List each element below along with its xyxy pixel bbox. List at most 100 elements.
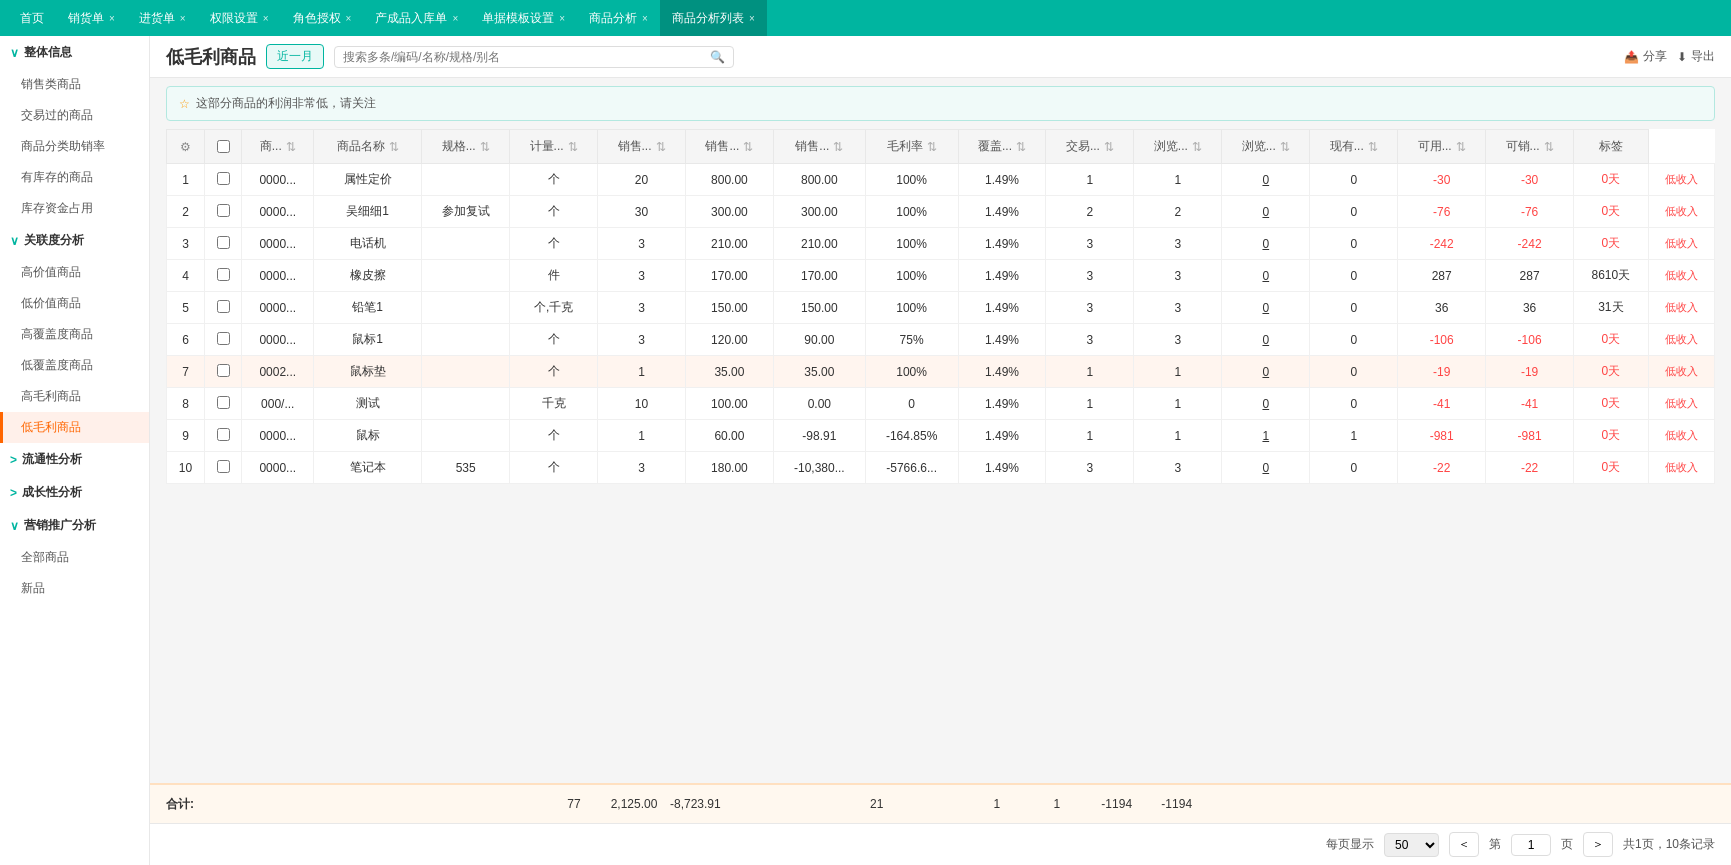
sidebar-section-关联度分析[interactable]: ∨关联度分析	[0, 224, 149, 257]
close-icon[interactable]: ×	[642, 13, 648, 24]
sidebar-section-成长性分析[interactable]: >成长性分析	[0, 476, 149, 509]
close-icon[interactable]: ×	[559, 13, 565, 24]
row-checkbox[interactable]	[204, 164, 241, 196]
page-size-select[interactable]: 50100200	[1384, 833, 1439, 857]
col-header-7[interactable]: 销售...⇅	[685, 130, 773, 164]
nav-item-权限设置[interactable]: 权限设置×	[198, 0, 281, 36]
page-input[interactable]	[1511, 834, 1551, 856]
browse-link[interactable]: 0	[1262, 397, 1269, 411]
row-select-checkbox[interactable]	[217, 460, 230, 473]
browse1[interactable]: 0	[1222, 196, 1310, 228]
close-icon[interactable]: ×	[452, 13, 458, 24]
row-checkbox[interactable]	[204, 356, 241, 388]
sidebar-section-流通性分析[interactable]: >流通性分析	[0, 443, 149, 476]
browse-link[interactable]: 0	[1262, 173, 1269, 187]
nav-item-商品分析列表[interactable]: 商品分析列表×	[660, 0, 767, 36]
prev-page-button[interactable]: ＜	[1449, 832, 1479, 857]
browse1[interactable]: 0	[1222, 164, 1310, 196]
sidebar-item-高毛利商品[interactable]: 高毛利商品	[0, 381, 149, 412]
col-header-2[interactable]: 商...⇅	[242, 130, 314, 164]
search-input[interactable]	[343, 50, 705, 64]
row-select-checkbox[interactable]	[217, 428, 230, 441]
row-select-checkbox[interactable]	[217, 396, 230, 409]
close-icon[interactable]: ×	[263, 13, 269, 24]
browse-link[interactable]: 0	[1262, 461, 1269, 475]
close-icon[interactable]: ×	[346, 13, 352, 24]
sidebar-item-低毛利商品[interactable]: 低毛利商品	[0, 412, 149, 443]
browse-link[interactable]: 1	[1262, 429, 1269, 443]
browse-link[interactable]: 0	[1262, 205, 1269, 219]
sidebar-section-整体信息[interactable]: ∨整体信息	[0, 36, 149, 69]
browse1[interactable]: 0	[1222, 356, 1310, 388]
row-checkbox[interactable]	[204, 260, 241, 292]
close-icon[interactable]: ×	[180, 13, 186, 24]
col-header-4[interactable]: 规格...⇅	[422, 130, 510, 164]
sidebar-item-交易过的商品[interactable]: 交易过的商品	[0, 100, 149, 131]
browse1[interactable]: 1	[1222, 420, 1310, 452]
select-all-checkbox[interactable]	[217, 140, 230, 153]
sidebar-item-低覆盖度商品[interactable]: 低覆盖度商品	[0, 350, 149, 381]
col-header-10[interactable]: 覆盖...⇅	[958, 130, 1046, 164]
browse1[interactable]: 0	[1222, 260, 1310, 292]
row-select-checkbox[interactable]	[217, 332, 230, 345]
sidebar-item-新品[interactable]: 新品	[0, 573, 149, 604]
filter-button[interactable]: 近一月	[266, 44, 324, 69]
sidebar-item-库存资金占用[interactable]: 库存资金占用	[0, 193, 149, 224]
row-checkbox[interactable]	[204, 388, 241, 420]
browse-link[interactable]: 0	[1262, 269, 1269, 283]
col-header-14[interactable]: 现有...⇅	[1310, 130, 1398, 164]
settings-icon[interactable]: ⚙	[180, 140, 191, 154]
browse1[interactable]: 0	[1222, 292, 1310, 324]
nav-item-首页[interactable]: 首页	[8, 0, 56, 36]
row-checkbox[interactable]	[204, 228, 241, 260]
nav-item-产成品入库单[interactable]: 产成品入库单×	[363, 0, 470, 36]
row-select-checkbox[interactable]	[217, 172, 230, 185]
sidebar-item-全部商品[interactable]: 全部商品	[0, 542, 149, 573]
row-checkbox[interactable]	[204, 324, 241, 356]
col-header-5[interactable]: 计量...⇅	[510, 130, 598, 164]
row-select-checkbox[interactable]	[217, 364, 230, 377]
search-box[interactable]: 🔍	[334, 46, 734, 68]
share-button[interactable]: 📤 分享	[1624, 48, 1667, 65]
browse-link[interactable]: 0	[1262, 237, 1269, 251]
sidebar-item-低价值商品[interactable]: 低价值商品	[0, 288, 149, 319]
col-header-9[interactable]: 毛利率⇅	[865, 130, 958, 164]
nav-item-角色授权[interactable]: 角色授权×	[281, 0, 364, 36]
col-header-16[interactable]: 可销...⇅	[1486, 130, 1574, 164]
nav-item-商品分析[interactable]: 商品分析×	[577, 0, 660, 36]
col-header-13[interactable]: 浏览...⇅	[1222, 130, 1310, 164]
row-checkbox[interactable]	[204, 292, 241, 324]
sidebar-item-高覆盖度商品[interactable]: 高覆盖度商品	[0, 319, 149, 350]
browse-link[interactable]: 0	[1262, 333, 1269, 347]
browse1[interactable]: 0	[1222, 324, 1310, 356]
row-checkbox[interactable]	[204, 452, 241, 484]
nav-item-销货单[interactable]: 销货单×	[56, 0, 127, 36]
close-icon[interactable]: ×	[749, 13, 755, 24]
row-select-checkbox[interactable]	[217, 300, 230, 313]
sidebar-item-高价值商品[interactable]: 高价值商品	[0, 257, 149, 288]
col-header-12[interactable]: 浏览...⇅	[1134, 130, 1222, 164]
sidebar-item-销售类商品[interactable]: 销售类商品	[0, 69, 149, 100]
browse1[interactable]: 0	[1222, 388, 1310, 420]
browse1[interactable]: 0	[1222, 228, 1310, 260]
export-button[interactable]: ⬇ 导出	[1677, 48, 1715, 65]
sidebar-item-有库存的商品[interactable]: 有库存的商品	[0, 162, 149, 193]
col-header-17[interactable]: 标签	[1574, 130, 1649, 164]
row-select-checkbox[interactable]	[217, 236, 230, 249]
sidebar-item-商品分类助销率[interactable]: 商品分类助销率	[0, 131, 149, 162]
col-header-6[interactable]: 销售...⇅	[598, 130, 686, 164]
row-checkbox[interactable]	[204, 196, 241, 228]
row-select-checkbox[interactable]	[217, 204, 230, 217]
sidebar-section-营销推广分析[interactable]: ∨营销推广分析	[0, 509, 149, 542]
col-header-15[interactable]: 可用...⇅	[1398, 130, 1486, 164]
nav-item-单据模板设置[interactable]: 单据模板设置×	[470, 0, 577, 36]
nav-item-进货单[interactable]: 进货单×	[127, 0, 198, 36]
col-header-11[interactable]: 交易...⇅	[1046, 130, 1134, 164]
next-page-button[interactable]: ＞	[1583, 832, 1613, 857]
browse-link[interactable]: 0	[1262, 301, 1269, 315]
browse-link[interactable]: 0	[1262, 365, 1269, 379]
row-checkbox[interactable]	[204, 420, 241, 452]
close-icon[interactable]: ×	[109, 13, 115, 24]
browse1[interactable]: 0	[1222, 452, 1310, 484]
row-select-checkbox[interactable]	[217, 268, 230, 281]
